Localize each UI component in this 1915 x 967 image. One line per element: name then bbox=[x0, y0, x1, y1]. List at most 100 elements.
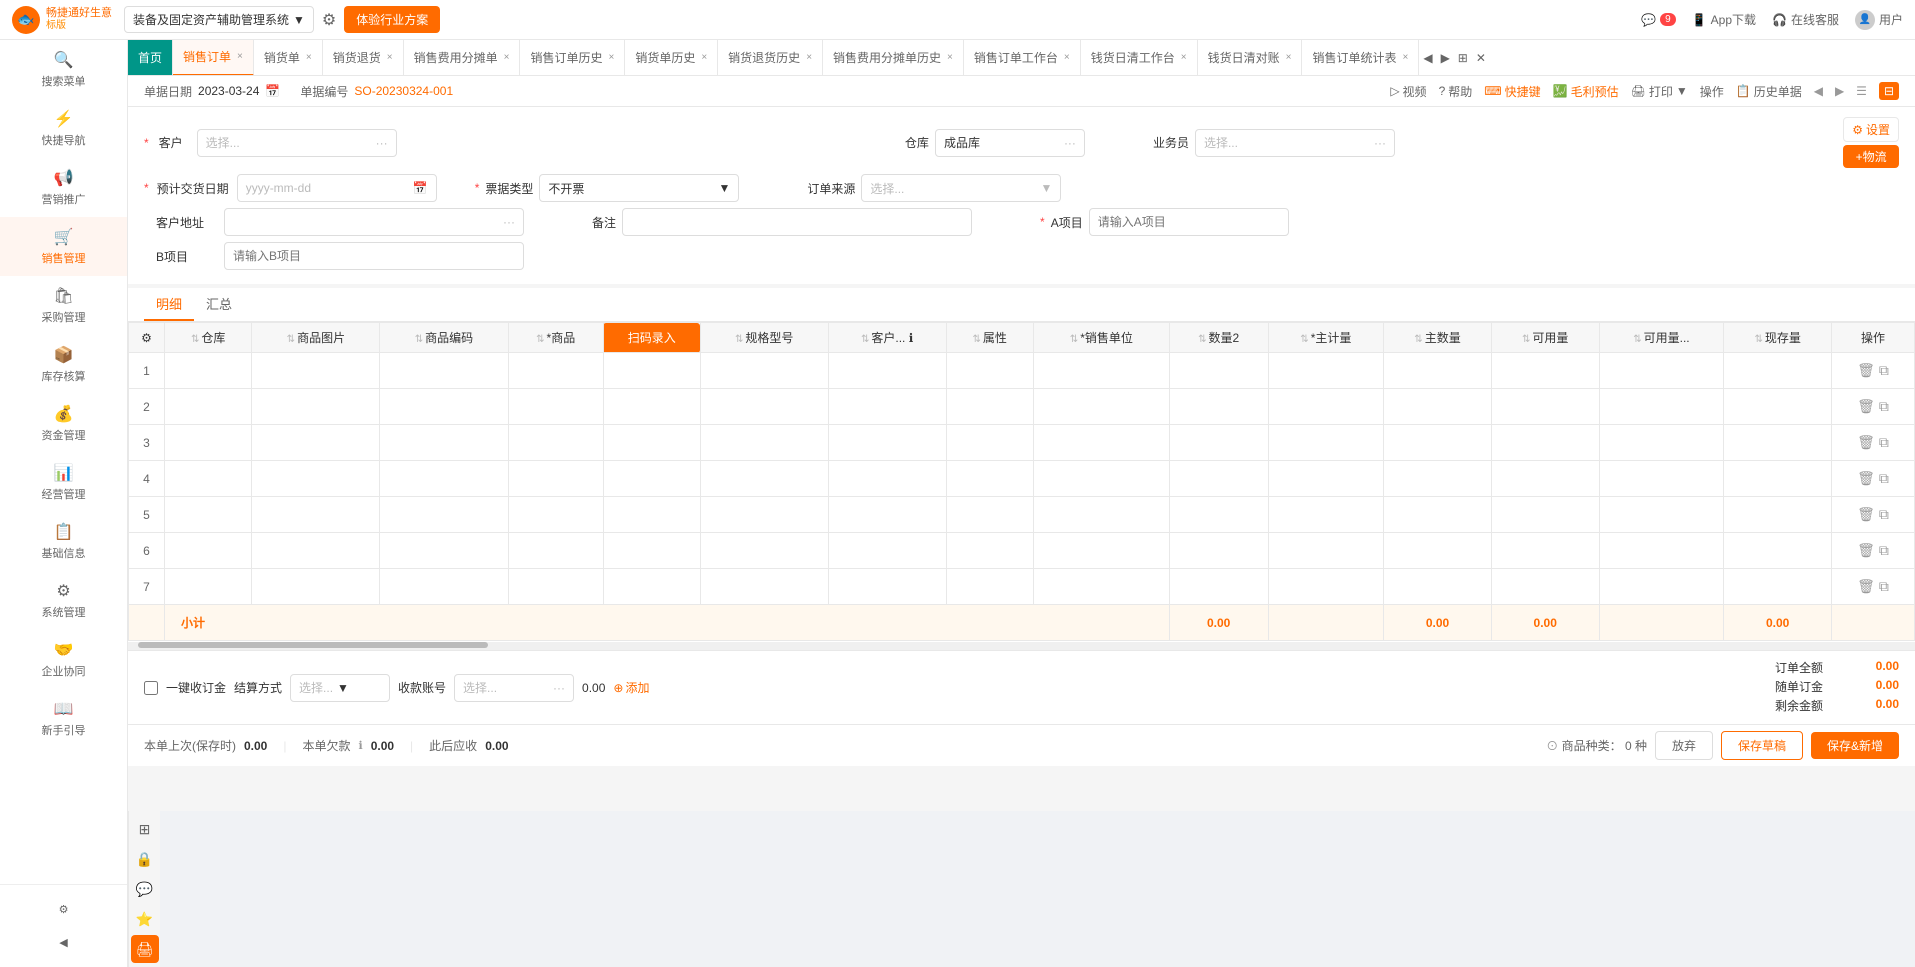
copy-row-2-icon[interactable]: ⧉ bbox=[1879, 398, 1889, 415]
calendar-icon[interactable]: 📅 bbox=[265, 84, 280, 98]
col-avail[interactable]: ⇅可用量 bbox=[1491, 323, 1599, 353]
tab-close-stats[interactable]: × bbox=[1402, 52, 1408, 63]
account-input[interactable]: 选择... ··· bbox=[454, 674, 574, 702]
delete-row-2-icon[interactable]: 🗑 bbox=[1857, 398, 1875, 415]
tab-sales-slip[interactable]: 销货单 × bbox=[254, 40, 323, 76]
settings-icon[interactable]: ⚙ bbox=[322, 10, 336, 30]
col-stock[interactable]: ⇅现存量 bbox=[1724, 323, 1832, 353]
tab-home[interactable]: 首页 bbox=[128, 40, 173, 76]
sidebar-item-operations[interactable]: 📊 经营管理 bbox=[0, 453, 127, 512]
a-project-input[interactable] bbox=[1089, 208, 1289, 236]
sidebar-item-guide[interactable]: 📖 新手引导 bbox=[0, 689, 127, 748]
history-btn[interactable]: 📋 历史单据 bbox=[1736, 83, 1802, 100]
tab-close-return-history[interactable]: × bbox=[806, 52, 812, 63]
user-item[interactable]: 👤 用户 bbox=[1855, 10, 1903, 30]
tab-fee-split[interactable]: 销售费用分摊单 × bbox=[404, 40, 521, 76]
tab-close-fee-split[interactable]: × bbox=[504, 52, 510, 63]
copy-row-1-icon[interactable]: ⧉ bbox=[1879, 362, 1889, 379]
sidebar-item-enterprise[interactable]: 🤝 企业协同 bbox=[0, 630, 127, 689]
tab-sales-order[interactable]: 销售订单 × bbox=[173, 40, 254, 76]
col-qty2[interactable]: ⇅数量2 bbox=[1169, 323, 1268, 353]
invoice-select[interactable]: 不开票 ▼ bbox=[539, 174, 739, 202]
method-select[interactable]: 选择... ▼ bbox=[290, 674, 390, 702]
delete-row-7-icon[interactable]: 🗑 bbox=[1857, 578, 1875, 595]
sidebar-item-system[interactable]: ⚙ 系统管理 bbox=[0, 571, 127, 630]
right-panel-icon-4[interactable]: ⭐ bbox=[131, 905, 159, 933]
col-warehouse[interactable]: ⇅仓库 bbox=[165, 323, 252, 353]
sidebar-item-purchase[interactable]: 🛍 采购管理 bbox=[0, 276, 127, 335]
sidebar-item-nav[interactable]: ⚡ 快捷导航 bbox=[0, 99, 127, 158]
sidebar-item-inventory[interactable]: 📦 库存核算 bbox=[0, 335, 127, 394]
col-spec[interactable]: ⇅规格型号 bbox=[700, 323, 828, 353]
col-customer-code[interactable]: ⇅客户... ℹ bbox=[828, 323, 946, 353]
col-product[interactable]: ⇅*商品 bbox=[508, 323, 603, 353]
col-avail2[interactable]: ⇅可用量... bbox=[1599, 323, 1724, 353]
right-panel-icon-3[interactable]: 💬 bbox=[131, 875, 159, 903]
right-panel-icon-5[interactable]: 🖨 bbox=[131, 935, 159, 963]
col-code[interactable]: ⇅商品编码 bbox=[380, 323, 508, 353]
col-setting[interactable]: ⚙ bbox=[129, 323, 165, 353]
tab-close-all[interactable]: ✕ bbox=[1472, 51, 1490, 65]
tab-close-sales-return[interactable]: × bbox=[387, 52, 393, 63]
system-selector[interactable]: 装备及固定资产辅助管理系统 ▼ bbox=[124, 6, 314, 33]
tab-close-slip-history[interactable]: × bbox=[701, 52, 707, 63]
add-logistics-button[interactable]: +物流 bbox=[1843, 145, 1899, 168]
right-panel-icon-2[interactable]: 🔒 bbox=[131, 845, 159, 873]
sub-tab-detail[interactable]: 明细 bbox=[144, 288, 194, 321]
tab-order-workbench[interactable]: 销售订单工作台 × bbox=[964, 40, 1081, 76]
delete-row-6-icon[interactable]: 🗑 bbox=[1857, 542, 1875, 559]
sidebar-settings-icon[interactable]: ⚙ bbox=[0, 893, 127, 926]
delete-row-1-icon[interactable]: 🗑 bbox=[1857, 362, 1875, 379]
shortcut-btn[interactable]: ⌨ 快捷键 bbox=[1484, 83, 1540, 100]
tab-close-sales-slip[interactable]: × bbox=[306, 52, 312, 63]
notification-item[interactable]: 💬 9 bbox=[1641, 13, 1676, 27]
warehouse-input[interactable]: 成品库 ··· bbox=[935, 129, 1085, 157]
horizontal-scrollbar[interactable] bbox=[128, 642, 1915, 650]
sidebar-item-sales[interactable]: 🛒 销售管理 bbox=[0, 217, 127, 276]
tab-expand[interactable]: ⊞ bbox=[1454, 51, 1472, 65]
sub-tab-summary[interactable]: 汇总 bbox=[194, 288, 244, 321]
tab-stats[interactable]: 销售订单统计表 × bbox=[1302, 40, 1419, 76]
tab-nav-left[interactable]: ◀ bbox=[1419, 51, 1436, 65]
tab-close-order-history[interactable]: × bbox=[608, 52, 614, 63]
tab-nav-right[interactable]: ▶ bbox=[1437, 51, 1454, 65]
tab-slip-history[interactable]: 销货单历史 × bbox=[625, 40, 718, 76]
customer-input[interactable]: 选择... ··· bbox=[197, 129, 397, 157]
col-unit[interactable]: ⇅*销售单位 bbox=[1033, 323, 1169, 353]
list-view-icon[interactable]: ☰ bbox=[1856, 84, 1867, 98]
save-new-button[interactable]: 保存&新增 bbox=[1811, 732, 1899, 759]
tab-sales-return[interactable]: 销货退货 × bbox=[323, 40, 404, 76]
delivery-date-input[interactable]: yyyy-mm-dd 📅 bbox=[237, 174, 437, 202]
copy-row-6-icon[interactable]: ⧉ bbox=[1879, 542, 1889, 559]
col-scan[interactable]: 扫码录入 bbox=[603, 323, 700, 353]
profit-btn[interactable]: 💹 毛利预估 bbox=[1553, 83, 1619, 100]
tab-close-fee-history[interactable]: × bbox=[947, 52, 953, 63]
b-project-input[interactable] bbox=[224, 242, 524, 270]
copy-row-5-icon[interactable]: ⧉ bbox=[1879, 506, 1889, 523]
app-download-item[interactable]: 📱 App下载 bbox=[1692, 11, 1756, 28]
delete-row-3-icon[interactable]: 🗑 bbox=[1857, 434, 1875, 451]
preview-btn[interactable]: ▷ 视频 bbox=[1390, 83, 1426, 100]
delete-row-5-icon[interactable]: 🗑 bbox=[1857, 506, 1875, 523]
sidebar-item-basics[interactable]: 📋 基础信息 bbox=[0, 512, 127, 571]
tab-close-sales-order[interactable]: × bbox=[237, 51, 243, 62]
tab-close-daily-workbench[interactable]: × bbox=[1181, 52, 1187, 63]
remark-input[interactable] bbox=[622, 208, 972, 236]
operation-btn[interactable]: 操作 bbox=[1700, 83, 1724, 100]
col-main-qty[interactable]: ⇅主数量 bbox=[1384, 323, 1492, 353]
next-doc-icon[interactable]: ▶ bbox=[1835, 84, 1844, 98]
print-btn[interactable]: 🖨 打印 ▼ bbox=[1631, 83, 1688, 100]
copy-row-7-icon[interactable]: ⧉ bbox=[1879, 578, 1889, 595]
payment-checkbox[interactable] bbox=[144, 681, 158, 695]
right-panel-icon-1[interactable]: ⊞ bbox=[131, 815, 159, 843]
tab-return-history[interactable]: 销货退货历史 × bbox=[718, 40, 823, 76]
prev-doc-icon[interactable]: ◀ bbox=[1814, 84, 1823, 98]
tab-reconcile[interactable]: 钱货日清对账 × bbox=[1198, 40, 1303, 76]
copy-row-3-icon[interactable]: ⧉ bbox=[1879, 434, 1889, 451]
tab-fee-history[interactable]: 销售费用分摊单历史 × bbox=[823, 40, 964, 76]
col-attr[interactable]: ⇅属性 bbox=[946, 323, 1033, 353]
delete-row-4-icon[interactable]: 🗑 bbox=[1857, 470, 1875, 487]
discard-button[interactable]: 放弃 bbox=[1655, 731, 1713, 760]
help-btn[interactable]: ? 帮助 bbox=[1439, 83, 1473, 100]
sidebar-item-finance[interactable]: 💰 资金管理 bbox=[0, 394, 127, 453]
